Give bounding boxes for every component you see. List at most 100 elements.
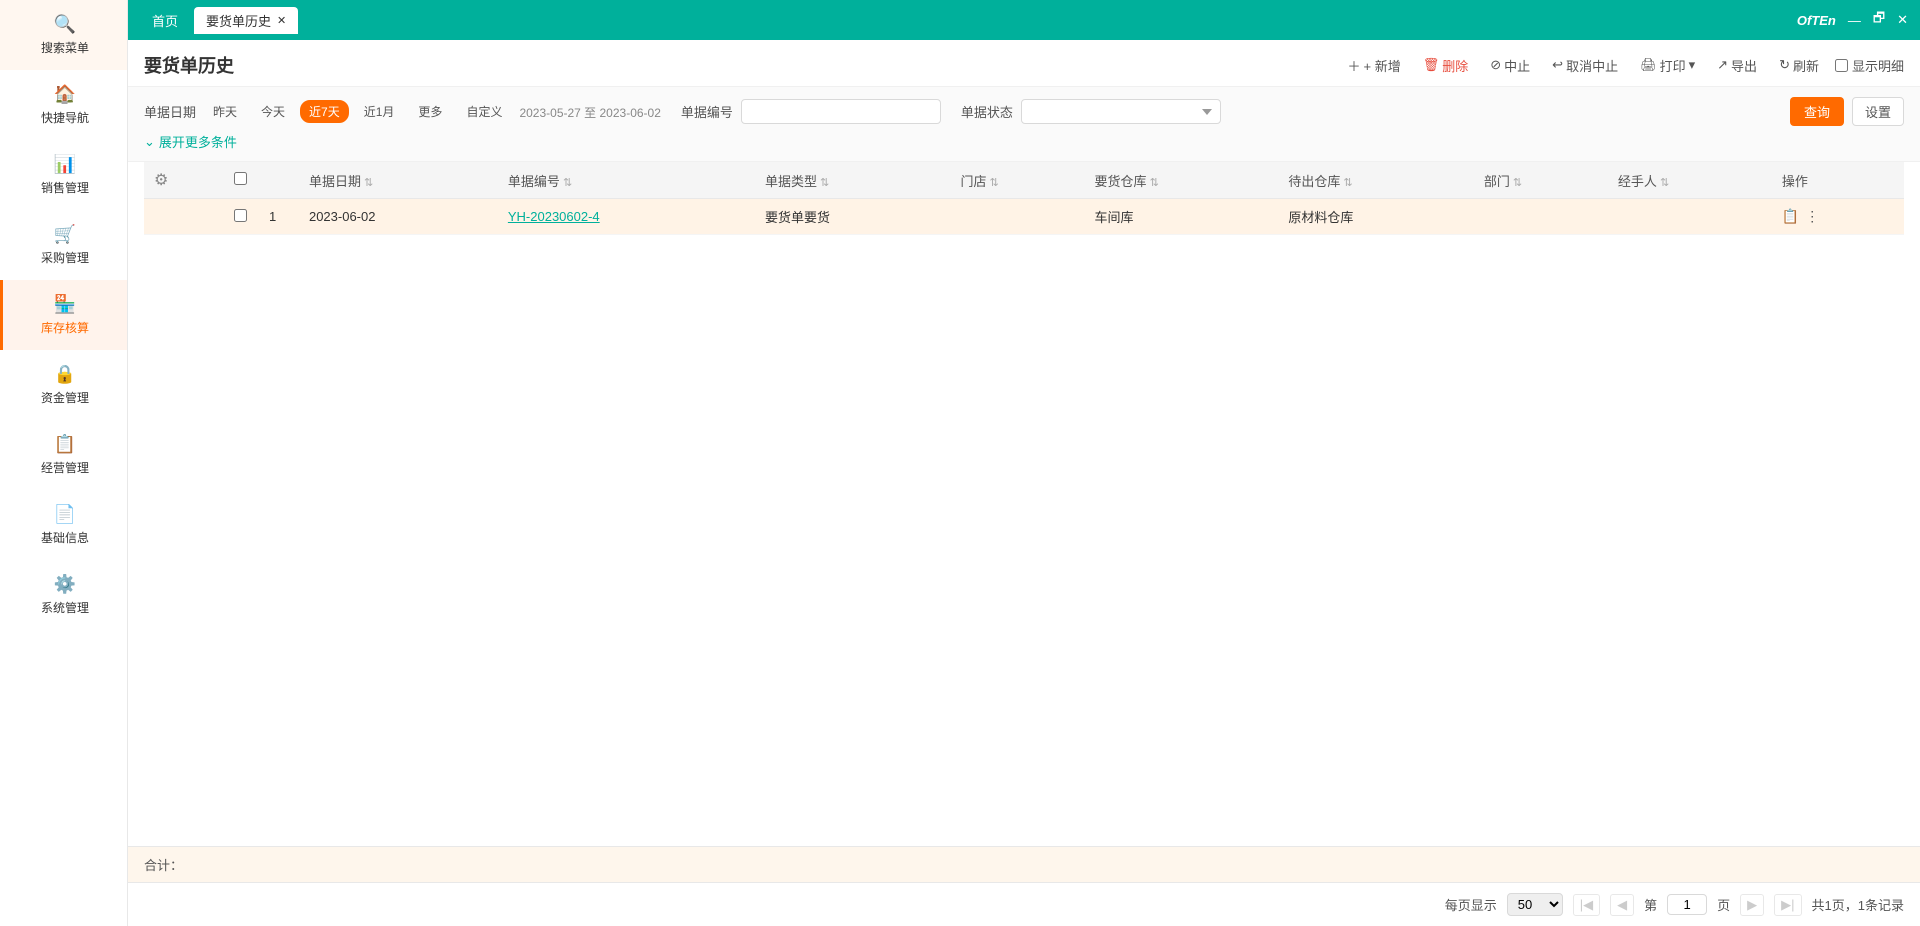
inventory-icon: 🏪 [54,294,76,315]
date-btn-custom[interactable]: 自定义 [457,100,511,123]
sidebar-item-operation[interactable]: 📋经营管理 [0,420,127,490]
row-checkbox-cell [223,199,259,235]
cancel-stop-button[interactable]: ↩ 取消中止 [1546,53,1624,78]
export-icon: ↗ [1717,57,1728,73]
add-icon: ＋ [1347,56,1360,75]
date-btn-1month[interactable]: 近1月 [355,100,404,123]
row-req-warehouse-cell: 车间库 [1085,199,1279,235]
page-area: 要货单历史 ＋ + 新增 🗑 删除 ⊘ 中止 ↩ 取消中止 [128,40,1920,926]
add-button[interactable]: ＋ + 新增 [1341,53,1406,78]
col-store[interactable]: 门店 [950,162,1084,199]
window-restore[interactable]: 🗗 [1873,9,1885,31]
filter-area: 单据日期 昨天 今天 近7天 近1月 更多 自定义 2023-05-27 至 2… [128,87,1920,162]
stop-label: 中止 [1504,56,1530,75]
print-icon: 🖨 [1640,57,1657,73]
row-edit-icon[interactable]: 📋 [1782,208,1799,225]
col-department[interactable]: 部门 [1474,162,1608,199]
window-close[interactable]: ✕ [1897,12,1908,28]
row-checkbox-0[interactable] [234,209,247,222]
sidebar-item-finance[interactable]: 🔒资金管理 [0,350,127,420]
col-select-all [223,162,259,199]
refresh-button[interactable]: ↻ 刷新 [1773,53,1825,78]
doc-number-label: 单据编号 [681,102,733,121]
col-type[interactable]: 单据类型 [755,162,951,199]
prev-page-btn[interactable]: ◀ [1610,894,1634,916]
next-page-btn[interactable]: ▶ [1740,894,1764,916]
col-pending-warehouse[interactable]: 待出仓库 [1278,162,1474,199]
row-action-cell: 📋 ⋮ [1772,199,1904,235]
sidebar-item-quick-nav[interactable]: 🏠快捷导航 [0,70,127,140]
expand-more-label: 展开更多条件 [159,132,237,151]
settings-gear-icon[interactable]: ⚙ [154,172,168,189]
expand-more-btn[interactable]: ⌄ 展开更多条件 [144,132,1904,151]
show-detail-input[interactable] [1835,59,1848,72]
stop-button[interactable]: ⊘ 中止 [1484,53,1536,78]
page-title: 要货单历史 [144,52,234,78]
sidebar-item-system[interactable]: ⚙️系统管理 [0,560,127,630]
delete-label: 删除 [1442,56,1468,75]
col-date[interactable]: 单据日期 [299,162,498,199]
delete-icon: 🗑 [1423,57,1440,73]
doc-number-input[interactable] [741,99,941,124]
export-button[interactable]: ↗ 导出 [1711,53,1763,78]
doc-status-select[interactable] [1021,99,1221,124]
sales-icon: 📊 [54,154,76,175]
tab-home[interactable]: 首页 [140,7,190,34]
row-type-cell: 要货单要货 [755,199,951,235]
window-minimize[interactable]: — [1848,13,1861,28]
row-handler-cell [1608,199,1772,235]
sidebar-item-purchase[interactable]: 🛒 采购管理 [0,210,127,280]
table-area: ⚙ 单据日期 单据编号 单据类型 门店 要货仓库 待出仓库 部门 经手人 [128,162,1920,846]
tab-home-label: 首页 [152,11,178,30]
col-action: 操作 [1772,162,1904,199]
sidebar-item-search-menu[interactable]: 🔍搜索菜单 [0,0,127,70]
topbar: 首页 要货单历史 ✕ OfTEn — 🗗 ✕ [128,0,1920,40]
col-handler[interactable]: 经手人 [1608,162,1772,199]
sidebar-label-operation: 经营管理 [41,459,89,476]
doc-number-filter-group: 单据编号 [681,99,941,124]
date-btn-today[interactable]: 今天 [252,100,294,123]
select-all-checkbox[interactable] [234,172,247,185]
delete-button[interactable]: 🗑 删除 [1417,53,1475,78]
tab-close-icon[interactable]: ✕ [277,14,286,27]
date-btn-7days[interactable]: 近7天 [300,100,349,123]
table-header-row: ⚙ 单据日期 单据编号 单据类型 门店 要货仓库 待出仓库 部门 经手人 [144,162,1904,199]
purchase-icon: 🛒 [54,224,76,245]
sidebar-label-purchase: 采购管理 [41,249,89,266]
sidebar-item-sales[interactable]: 📊销售管理 [0,140,127,210]
tab-active-label: 要货单历史 [206,11,271,30]
query-button[interactable]: 查询 [1790,97,1844,126]
stop-icon: ⊘ [1490,57,1501,73]
filter-row-1: 单据日期 昨天 今天 近7天 近1月 更多 自定义 2023-05-27 至 2… [144,97,1904,126]
date-btn-more[interactable]: 更多 [409,100,451,123]
cancel-stop-label: 取消中止 [1566,56,1618,75]
table-footer: 合计： [128,846,1920,882]
row-gear-cell [144,199,223,235]
row-code-link[interactable]: YH-20230602-4 [508,209,600,224]
row-code-cell: YH-20230602-4 [498,199,755,235]
col-code[interactable]: 单据编号 [498,162,755,199]
per-page-select[interactable]: 10 20 50 100 [1507,893,1563,916]
data-table: ⚙ 单据日期 单据编号 单据类型 门店 要货仓库 待出仓库 部门 经手人 [144,162,1904,235]
page-header: 要货单历史 ＋ + 新增 🗑 删除 ⊘ 中止 ↩ 取消中止 [128,40,1920,87]
sidebar-label-finance: 资金管理 [41,389,89,406]
row-more-icon[interactable]: ⋮ [1805,208,1819,225]
settings-button[interactable]: 设置 [1852,97,1904,126]
sidebar-item-inventory[interactable]: 🏪库存核算 [0,280,127,350]
col-req-warehouse[interactable]: 要货仓库 [1085,162,1279,199]
quick-nav-icon: 🏠 [54,84,76,105]
col-num [259,162,299,199]
sidebar-item-base-info[interactable]: 📄基础信息 [0,490,127,560]
first-page-btn[interactable]: |◀ [1573,894,1600,916]
show-detail-checkbox[interactable]: 显示明细 [1835,56,1904,75]
refresh-icon: ↻ [1779,57,1790,73]
tab-active[interactable]: 要货单历史 ✕ [194,7,298,34]
system-icon: ⚙️ [54,574,76,595]
print-button[interactable]: 🖨 打印 ▾ [1634,53,1701,78]
date-filter-label: 单据日期 [144,102,196,121]
page-input[interactable] [1667,894,1707,915]
add-label: + 新增 [1363,56,1400,75]
sidebar-label-search-menu: 搜索菜单 [41,39,89,56]
date-btn-yesterday[interactable]: 昨天 [204,100,246,123]
last-page-btn[interactable]: ▶| [1774,894,1801,916]
